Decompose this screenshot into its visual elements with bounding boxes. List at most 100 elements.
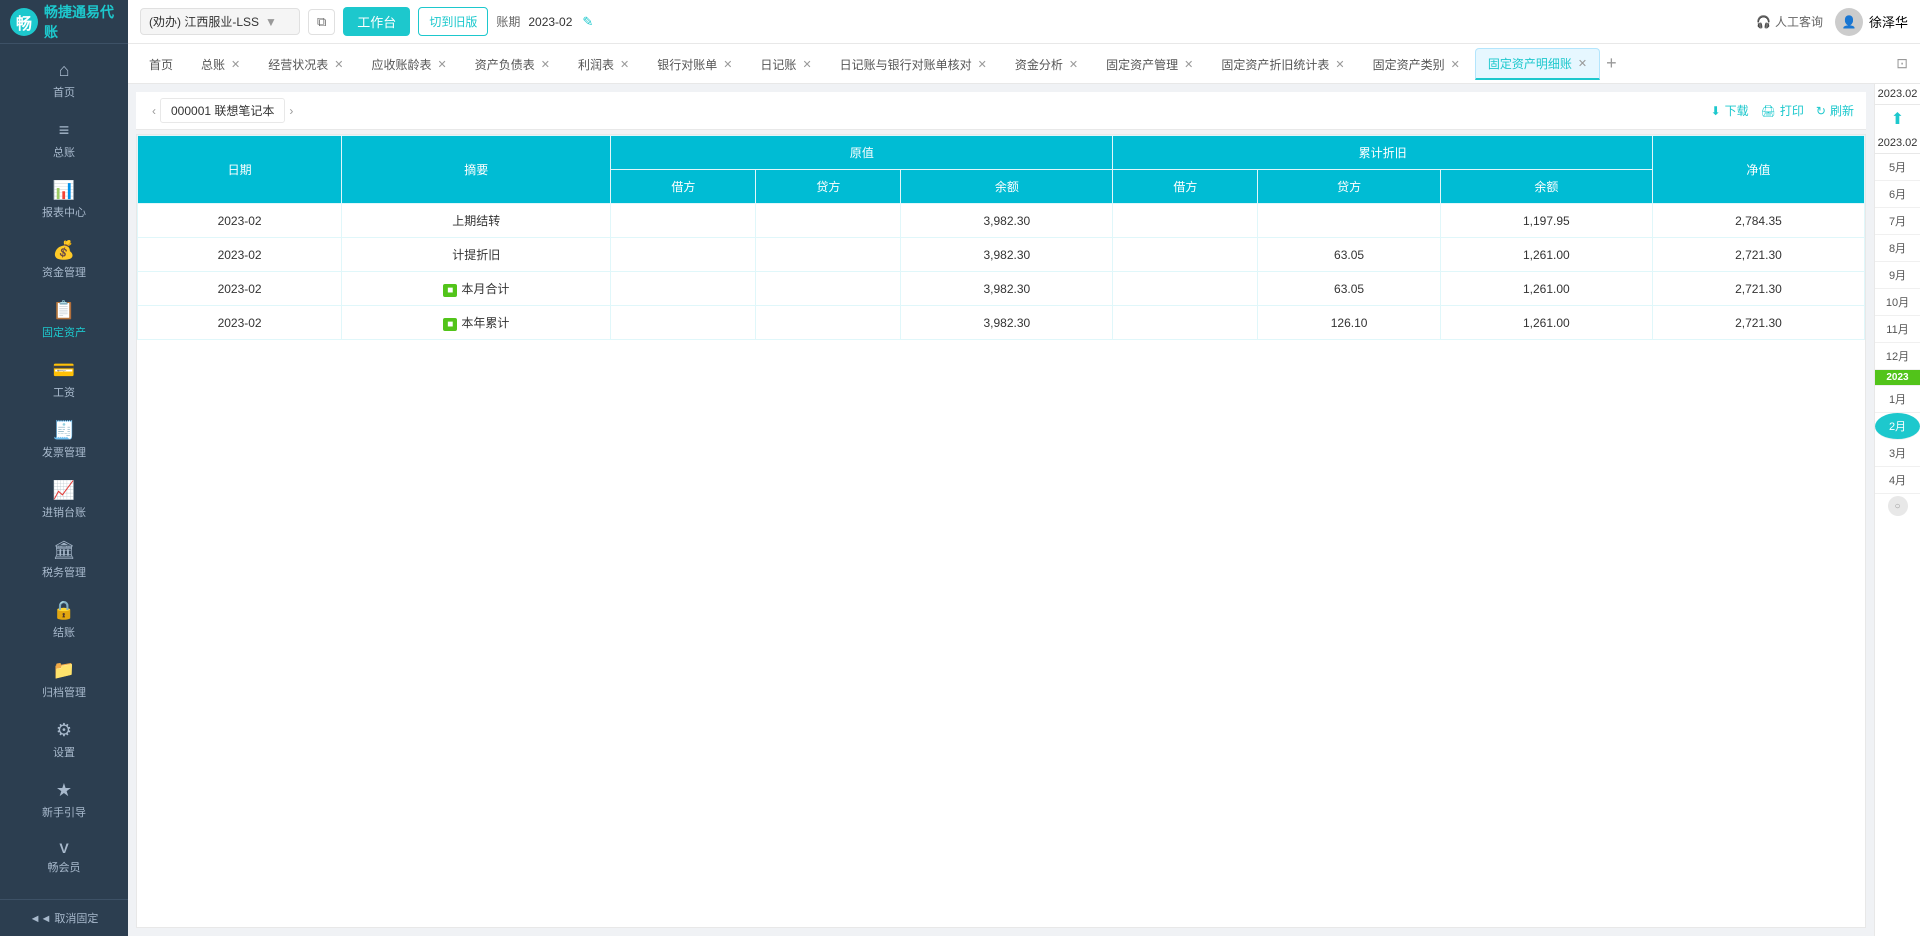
tab-close-asset-depreciation[interactable]: ✕	[1335, 58, 1344, 71]
cell-accum-debit	[1113, 238, 1258, 272]
workbench-button[interactable]: 工作台	[343, 7, 410, 36]
cell-accum-credit: 63.05	[1258, 272, 1440, 306]
calendar-month-6[interactable]: 6月	[1875, 181, 1920, 208]
calendar-month-4[interactable]: 4月	[1875, 467, 1920, 494]
calendar-month-7[interactable]: 7月	[1875, 208, 1920, 235]
sidebar-item-home[interactable]: ⌂ 首页	[0, 50, 128, 110]
tab-close-operation[interactable]: ✕	[334, 58, 343, 71]
calendar-month-2-active[interactable]: 2月	[1875, 413, 1920, 440]
calendar-month-1[interactable]: 1月	[1875, 386, 1920, 413]
calendar-month-10[interactable]: 10月	[1875, 289, 1920, 316]
member-icon: V	[59, 840, 68, 856]
sidebar-item-assets[interactable]: 📋 固定资产	[0, 290, 128, 350]
tab-close-balance[interactable]: ✕	[541, 58, 550, 71]
breadcrumb-prev-arrow[interactable]: ‹	[148, 104, 160, 118]
pin-label: ◄◄ 取消固定	[30, 910, 99, 926]
calendar-year-2023[interactable]: 2023.02	[1875, 133, 1920, 154]
company-selector[interactable]: (劝办) 江西服业-LSS ▼	[140, 8, 300, 35]
tab-close-asset-detail[interactable]: ✕	[1578, 57, 1587, 70]
calendar-month-9[interactable]: 9月	[1875, 262, 1920, 289]
tab-asset-mgmt[interactable]: 固定资产管理 ✕	[1093, 49, 1206, 79]
download-button[interactable]: ⬇ 下载	[1711, 102, 1749, 119]
tab-bank-statement[interactable]: 银行对账单 ✕	[644, 49, 745, 79]
table-row: 2023-02 ■本年累计 3,982.30 126.10 1,261.00 2…	[138, 306, 1865, 340]
sidebar-item-guide[interactable]: ★ 新手引导	[0, 770, 128, 830]
calendar-month-11[interactable]: 11月	[1875, 316, 1920, 343]
sidebar-item-settings[interactable]: ⚙ 设置	[0, 710, 128, 770]
tab-close-journal[interactable]: ✕	[802, 58, 811, 71]
sidebar-item-funds[interactable]: 💰 资金管理	[0, 230, 128, 290]
sidebar-item-member[interactable]: V 畅会员	[0, 830, 128, 885]
tab-label-fund-analysis: 资金分析	[1015, 56, 1063, 73]
cell-net-value: 2,721.30	[1652, 306, 1864, 340]
home-icon: ⌂	[59, 60, 70, 81]
sidebar-item-salary[interactable]: 💳 工资	[0, 350, 128, 410]
tab-asset-category[interactable]: 固定资产类别 ✕	[1360, 49, 1473, 79]
calendar-month-12[interactable]: 12月	[1875, 343, 1920, 370]
cell-accum-balance: 1,261.00	[1440, 238, 1652, 272]
tab-asset-depreciation[interactable]: 固定资产折旧统计表 ✕	[1208, 49, 1357, 79]
print-button[interactable]: 🖨 打印	[1761, 102, 1804, 119]
sidebar-pin-toggle[interactable]: ◄◄ 取消固定	[0, 899, 128, 936]
calendar-year-top[interactable]: 2023.02	[1875, 84, 1920, 105]
table-row: 2023-02 上期结转 3,982.30 1,197.95 2,784.35	[138, 204, 1865, 238]
sidebar-label-salary: 工资	[53, 384, 75, 400]
tab-receivable[interactable]: 应收账龄表 ✕	[358, 49, 459, 79]
tab-balance[interactable]: 资产负债表 ✕	[462, 49, 563, 79]
tab-fund-analysis[interactable]: 资金分析 ✕	[1002, 49, 1091, 79]
sidebar-item-invoices[interactable]: 🧾 发票管理	[0, 410, 128, 470]
tab-profit[interactable]: 利润表 ✕	[565, 49, 642, 79]
period-edit-icon[interactable]: ✎	[582, 14, 593, 30]
tab-close-profit[interactable]: ✕	[620, 58, 629, 71]
tab-ledger[interactable]: 总账 ✕	[188, 49, 253, 79]
tab-label-balance: 资产负债表	[475, 56, 535, 73]
refresh-button[interactable]: ↻ 刷新	[1816, 102, 1854, 119]
th-net-value: 净值	[1652, 136, 1864, 204]
breadcrumb: ‹ 000001 联想笔记本 › ⬇ 下载 🖨 打印 ↻	[136, 92, 1866, 130]
sidebar-item-ledger[interactable]: ≡ 总账	[0, 110, 128, 170]
calendar-month-3[interactable]: 3月	[1875, 440, 1920, 467]
calendar-up-arrow[interactable]: ⬆	[1891, 105, 1904, 133]
service-button[interactable]: 🎧 人工客询	[1756, 13, 1823, 30]
download-icon: ⬇	[1711, 104, 1721, 118]
tab-close-receivable[interactable]: ✕	[438, 58, 447, 71]
sidebar-item-sales[interactable]: 📈 进销台账	[0, 470, 128, 530]
breadcrumb-next-arrow[interactable]: ›	[285, 104, 297, 118]
calendar-month-5[interactable]: 5月	[1875, 154, 1920, 181]
tab-close-bank-check[interactable]: ✕	[978, 58, 987, 71]
tab-close-asset-mgmt[interactable]: ✕	[1184, 58, 1193, 71]
sidebar-item-tax[interactable]: 🏛 税务管理	[0, 530, 128, 590]
calendar-year-marker: 2023	[1875, 370, 1920, 386]
tab-bank-check[interactable]: 日记账与银行对账单核对 ✕	[827, 49, 1000, 79]
tab-label-asset-detail: 固定资产明细账	[1488, 55, 1572, 72]
copy-button[interactable]: ⧉	[308, 9, 335, 35]
tab-close-ledger[interactable]: ✕	[231, 58, 240, 71]
tab-add-button[interactable]: +	[1606, 53, 1617, 74]
tab-close-fund-analysis[interactable]: ✕	[1069, 58, 1078, 71]
tab-home[interactable]: 首页	[136, 49, 186, 79]
sidebar-label-assets: 固定资产	[42, 324, 86, 340]
sidebar-label-invoices: 发票管理	[42, 444, 86, 460]
sidebar-item-close[interactable]: 🔒 结账	[0, 590, 128, 650]
cell-date: 2023-02	[138, 272, 342, 306]
user-profile[interactable]: 👤 徐泽华	[1835, 8, 1908, 36]
sidebar-label-member: 畅会员	[48, 859, 81, 875]
calendar-month-8[interactable]: 8月	[1875, 235, 1920, 262]
tab-label-operation: 经营状况表	[268, 56, 328, 73]
tab-maximize-button[interactable]: ⊡	[1896, 55, 1908, 72]
cell-summary: ■本月合计	[342, 272, 611, 306]
tab-close-asset-category[interactable]: ✕	[1451, 58, 1460, 71]
tab-label-bank-statement: 银行对账单	[657, 56, 717, 73]
tab-label-journal: 日记账	[760, 56, 796, 73]
tab-journal[interactable]: 日记账 ✕	[747, 49, 824, 79]
sidebar-item-reports[interactable]: 📊 报表中心	[0, 170, 128, 230]
reports-icon: 📊	[53, 180, 75, 201]
tab-asset-detail[interactable]: 固定资产明细账 ✕	[1475, 48, 1600, 80]
tab-close-bank-statement[interactable]: ✕	[723, 58, 732, 71]
funds-icon: 💰	[53, 240, 75, 261]
tabbar: 首页 总账 ✕ 经营状况表 ✕ 应收账龄表 ✕ 资产负债表 ✕ 利润表 ✕	[128, 44, 1920, 84]
switch-version-button[interactable]: 切到旧版	[418, 7, 488, 36]
calendar-scroll-indicator[interactable]: ○	[1888, 496, 1908, 516]
sidebar-item-archive[interactable]: 📁 归档管理	[0, 650, 128, 710]
tab-operation[interactable]: 经营状况表 ✕	[255, 49, 356, 79]
